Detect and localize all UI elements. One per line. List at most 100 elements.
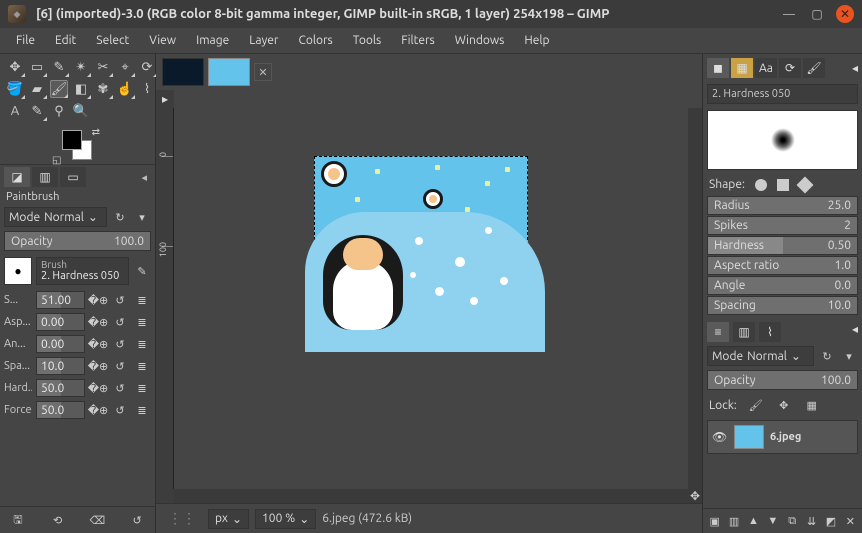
- menu-colors[interactable]: Colors: [288, 30, 342, 51]
- tool-text[interactable]: A: [6, 102, 24, 120]
- link-icon[interactable]: ≣: [133, 313, 151, 331]
- lock-position-icon[interactable]: ✥: [775, 396, 793, 414]
- menu-filters[interactable]: Filters: [391, 30, 444, 51]
- tool-warp[interactable]: ⟳: [138, 58, 156, 76]
- mask-layer-icon[interactable]: ◩: [823, 513, 838, 529]
- color-swatches[interactable]: ⇄ ◱: [56, 128, 96, 162]
- menu-layer[interactable]: Layer: [239, 30, 288, 51]
- menu-help[interactable]: Help: [514, 30, 559, 51]
- lower-layer-icon[interactable]: ▼: [765, 513, 780, 529]
- tool-bucket[interactable]: 🪣: [6, 80, 24, 98]
- maximize-button[interactable]: ▢: [808, 5, 826, 23]
- opt-field-0[interactable]: 51.00: [36, 291, 85, 309]
- tab-paths[interactable]: ⌇: [759, 322, 781, 342]
- raise-layer-icon[interactable]: ▲: [746, 513, 761, 529]
- menu-view[interactable]: View: [139, 30, 186, 51]
- stepper-icon[interactable]: �⊕: [89, 313, 107, 331]
- menu-windows[interactable]: Windows: [445, 30, 515, 51]
- new-group-icon[interactable]: ▥: [726, 513, 741, 529]
- tab-brushes[interactable]: ◼: [707, 58, 729, 78]
- ruler-vertical[interactable]: 0100: [156, 108, 174, 489]
- save-preset-icon[interactable]: 🖫: [9, 511, 27, 529]
- canvas-viewport[interactable]: [174, 108, 688, 489]
- layer-thumbnail[interactable]: [734, 425, 764, 449]
- ruler-origin-icon[interactable]: ▸: [156, 90, 174, 108]
- tool-clone[interactable]: ✾: [94, 80, 112, 98]
- delete-layer-icon[interactable]: ✕: [843, 513, 858, 529]
- brush-param-angle[interactable]: Angle0.0: [707, 276, 858, 295]
- brush-edit-icon[interactable]: ✎: [133, 262, 151, 280]
- tool-move[interactable]: ✥: [6, 58, 24, 76]
- shape-square[interactable]: [777, 179, 789, 191]
- reset-icon[interactable]: ↺: [111, 379, 129, 397]
- reset-icon[interactable]: ↺: [111, 401, 129, 419]
- delete-preset-icon[interactable]: ⌫: [88, 511, 106, 529]
- tab-device-status[interactable]: ▥: [32, 167, 58, 187]
- default-colors-icon[interactable]: ◱: [52, 154, 61, 166]
- layer-mode-switch-icon[interactable]: ↻: [818, 347, 836, 365]
- menu-edit[interactable]: Edit: [45, 30, 86, 51]
- tool-rect-select[interactable]: ▭: [28, 58, 46, 76]
- brush-param-hardness[interactable]: Hardness0.50: [707, 236, 858, 255]
- image-tab-1[interactable]: [162, 58, 204, 86]
- tool-crop[interactable]: ✂: [94, 58, 112, 76]
- reset-icon[interactable]: ↺: [111, 291, 129, 309]
- tool-eraser[interactable]: ◧: [72, 80, 90, 98]
- dock-menu-icon[interactable]: ◂: [852, 61, 858, 75]
- tool-zoom[interactable]: 🔍: [72, 102, 90, 120]
- stepper-icon[interactable]: �⊕: [89, 401, 107, 419]
- tab-channels[interactable]: ▥: [733, 322, 755, 342]
- image-tab-2[interactable]: [208, 58, 250, 86]
- opt-field-2[interactable]: 0.00: [36, 335, 85, 353]
- layer-row[interactable]: 👁 6.jpeg: [707, 420, 858, 454]
- tool-paintbrush[interactable]: 🖌: [50, 80, 68, 98]
- unit-select[interactable]: px⌄: [208, 509, 249, 529]
- link-icon[interactable]: ≣: [133, 335, 151, 353]
- tab-brush-editor[interactable]: 🖌: [803, 58, 825, 78]
- opacity-slider[interactable]: Opacity 100.0: [4, 231, 151, 251]
- opt-field-3[interactable]: 10.0: [36, 357, 85, 375]
- shape-diamond[interactable]: [796, 176, 813, 193]
- tool-transform[interactable]: ⌖: [116, 58, 134, 76]
- brush-param-aspect-ratio[interactable]: Aspect ratio1.0: [707, 256, 858, 275]
- opt-field-4[interactable]: 50.0: [36, 379, 85, 397]
- tab-layers[interactable]: ≡: [707, 322, 729, 342]
- link-icon[interactable]: ≣: [133, 291, 151, 309]
- zoom-select[interactable]: 100 %⌄: [255, 509, 316, 529]
- vertical-scrollbar[interactable]: [688, 108, 702, 489]
- layer-mode-menu-icon[interactable]: ▾: [840, 347, 858, 365]
- stepper-icon[interactable]: �⊕: [89, 291, 107, 309]
- tab-patterns[interactable]: ▦: [731, 58, 753, 78]
- opt-field-5[interactable]: 50.0: [36, 401, 85, 419]
- link-icon[interactable]: ≣: [133, 357, 151, 375]
- tab-images[interactable]: ▭: [60, 167, 86, 187]
- brush-thumbnail[interactable]: ●: [4, 257, 32, 285]
- blend-mode-select[interactable]: Mode Normal ⌄: [4, 207, 107, 227]
- layer-name[interactable]: 6.jpeg: [770, 431, 801, 443]
- tab-history[interactable]: ⟳: [779, 58, 801, 78]
- tool-fuzzy-select[interactable]: ✴: [72, 58, 90, 76]
- tool-gradient[interactable]: ▰: [28, 80, 46, 98]
- new-layer-icon[interactable]: ▣: [707, 513, 722, 529]
- foreground-color[interactable]: [62, 130, 82, 150]
- menu-file[interactable]: File: [6, 30, 45, 51]
- tool-path[interactable]: ⌇: [138, 80, 156, 98]
- close-button[interactable]: ✕: [836, 5, 854, 23]
- quickmask-icon[interactable]: [156, 489, 174, 503]
- link-icon[interactable]: ≣: [133, 379, 151, 397]
- stepper-icon[interactable]: �⊕: [89, 357, 107, 375]
- tool-free-select[interactable]: ✎: [50, 58, 68, 76]
- tab-fonts[interactable]: Aa: [755, 58, 777, 78]
- menu-select[interactable]: Select: [86, 30, 139, 51]
- tab-tool-options[interactable]: ◪: [4, 167, 30, 187]
- stepper-icon[interactable]: �⊕: [89, 379, 107, 397]
- tool-measure[interactable]: ⚲: [50, 102, 68, 120]
- brush-search[interactable]: [707, 84, 858, 104]
- statusbar-handle-icon[interactable]: ⋮⋮: [162, 510, 202, 527]
- brush-param-spacing[interactable]: Spacing10.0: [707, 296, 858, 315]
- reset-icon[interactable]: ↺: [111, 313, 129, 331]
- layer-mode-select[interactable]: Mode Normal ⌄: [707, 346, 814, 366]
- reset-preset-icon[interactable]: ↺: [128, 511, 146, 529]
- swap-colors-icon[interactable]: ⇄: [92, 126, 100, 138]
- dock-menu-icon[interactable]: ◂: [137, 171, 151, 184]
